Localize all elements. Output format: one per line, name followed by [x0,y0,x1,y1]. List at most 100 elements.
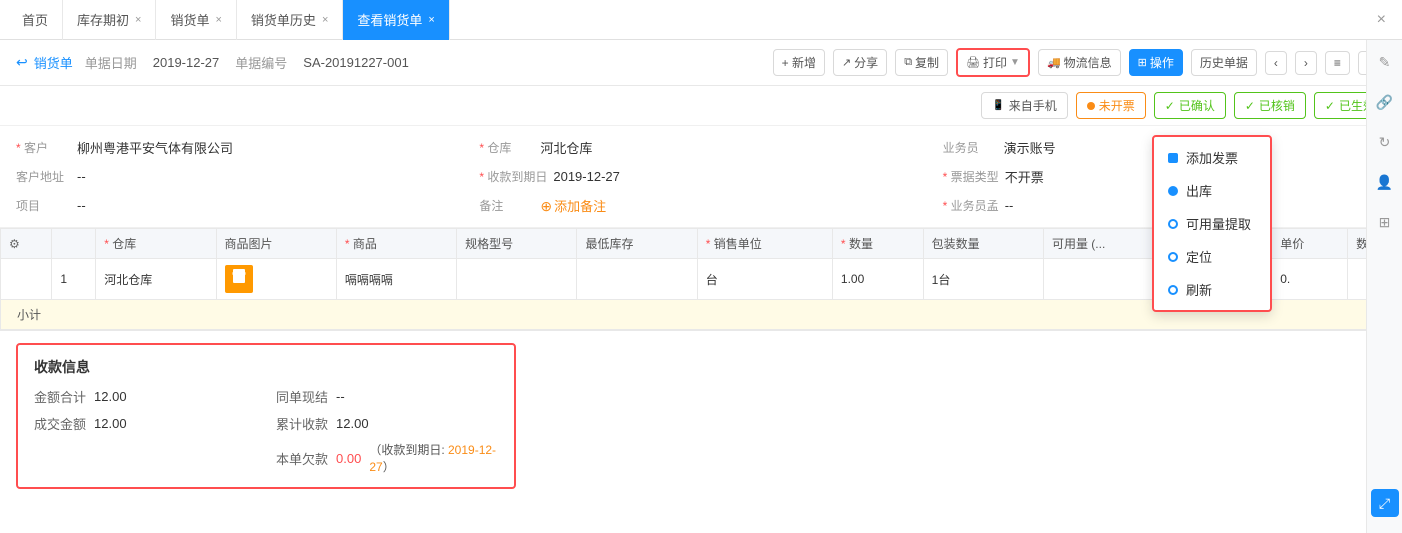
customer-value: 柳州粤港平安气体有限公司 [77,138,233,157]
add-invoice-icon [1168,153,1178,163]
available-qty-icon [1168,219,1178,229]
tab-sales-close[interactable]: × [215,14,221,26]
sidebar-expand-icon[interactable]: ⤢ [1371,489,1399,517]
add-remark-btn[interactable]: ⊕添加备注 [540,196,606,215]
not-open-btn[interactable]: 未开票 [1076,92,1146,119]
warehouse-out-icon [1168,186,1178,196]
row-product-img [216,259,336,300]
warehouse-label: 仓库 [479,139,534,156]
address-label: 客户地址 [16,168,71,185]
col-min-stock: 最低库存 [577,229,697,259]
col-warehouse: 仓库 [96,229,216,259]
same-order-value: -- [336,389,345,404]
payment-title: 收款信息 [34,357,498,377]
main-area: ↩ 销货单 单据日期 2019-12-27 单据编号 SA-20191227-0… [0,40,1402,533]
row-pack-qty: 1台 [923,259,1043,300]
col-rownum [52,229,96,259]
toolbar: + 新增 ↗ 分享 ⧉ 复制 🖨 打印 ▼ 🚚 物流信息 ⊞ 操作 [773,48,1386,77]
cumulative-row: 累计收款 12.00 [276,414,498,433]
deal-amount-label: 成交金额 [34,414,86,433]
print-button[interactable]: 🖨 打印 ▼ [956,48,1030,77]
col-product: 商品 [336,229,456,259]
row-unit-price: 0. [1272,259,1348,300]
salesperson-label: 业务员孟 [943,197,999,214]
staff-label: 业务员 [943,139,998,156]
product-img-icon [231,269,247,289]
staff-value: 演示账号 [1004,138,1056,157]
deal-amount-value: 12.00 [94,416,127,431]
refresh-icon [1168,285,1178,295]
from-phone-btn[interactable]: 📱 来自手机 [981,92,1067,119]
prev-button[interactable]: ‹ [1265,51,1287,75]
written-off-btn[interactable]: ✓ 已核销 [1234,92,1306,119]
owed-label: 本单欠款 [276,449,328,468]
warehouse-out-item[interactable]: 出库 [1154,174,1270,207]
doc-title-area: ↩ 销货单 单据日期 2019-12-27 单据编号 SA-20191227-0… [16,53,409,72]
settings-icon[interactable]: ⚙ [9,237,20,251]
next-button[interactable]: › [1295,51,1317,75]
tab-view-sales[interactable]: 查看销货单 × [343,0,449,40]
row-sales-unit: 台 [697,259,832,300]
history-button[interactable]: 历史单据 [1191,49,1257,76]
locate-icon [1168,252,1178,262]
project-field: 项目 -- [16,196,459,215]
add-invoice-item[interactable]: 添加发票 [1154,141,1270,174]
tab-view-sales-close[interactable]: × [428,14,434,26]
project-value: -- [77,198,86,213]
new-button[interactable]: + 新增 [773,49,825,76]
copy-button[interactable]: ⧉ 复制 [895,49,948,76]
due-date-label: 收款到期日 [479,168,547,185]
customer-field: 客户 柳州粤港平安气体有限公司 [16,138,459,157]
remark-label: 备注 [479,197,534,214]
sidebar-table-icon[interactable]: ⊞ [1371,208,1399,236]
list-view-button[interactable]: ≡ [1325,51,1350,75]
logistics-button[interactable]: 🚚 物流信息 [1038,49,1121,76]
customer-label: 客户 [16,139,71,156]
sidebar-link-icon[interactable]: 🔗 [1371,88,1399,116]
locate-item[interactable]: 定位 [1154,240,1270,273]
cumulative-label: 累计收款 [276,414,328,433]
owed-note: （收款到期日: 2019-12-27） [369,441,498,475]
col-unit-price: 单价 [1272,229,1348,259]
sidebar-person-icon[interactable]: 👤 [1371,168,1399,196]
total-amount-label: 金额合计 [34,387,86,406]
tab-close-all[interactable]: × [1369,11,1394,29]
deal-amount-row: 成交金额 12.00 [34,414,256,433]
total-amount-row: 金额合计 12.00 [34,387,256,406]
due-date-field: 收款到期日 2019-12-27 [479,167,922,186]
product-thumbnail [225,265,253,293]
sidebar-edit-icon[interactable]: ✎ [1371,48,1399,76]
due-date-value: 2019-12-27 [553,169,620,184]
col-sales-unit: 销售单位 [697,229,832,259]
row-settings [1,259,52,300]
confirm-btn[interactable]: ✓ 已确认 [1154,92,1226,119]
address-value: -- [77,169,86,184]
tab-inventory-close[interactable]: × [135,14,141,26]
refresh-item[interactable]: 刷新 [1154,273,1270,306]
col-spec: 规格型号 [457,229,577,259]
tab-bar: 首页 库存期初 × 销货单 × 销货单历史 × 查看销货单 × × [0,0,1402,40]
date-value: 2019-12-27 [153,55,220,70]
tab-home[interactable]: 首页 [8,0,63,40]
row-quantity: 1.00 [832,259,923,300]
tab-inventory[interactable]: 库存期初 × [63,0,156,40]
col-pack-qty: 包装数量 [923,229,1043,259]
available-qty-item[interactable]: 可用量提取 [1154,207,1270,240]
warehouse-value: 河北仓库 [540,138,592,157]
sidebar-rotate-icon[interactable]: ↻ [1371,128,1399,156]
col-product-img: 商品图片 [216,229,336,259]
tab-sales[interactable]: 销货单 × [156,0,236,40]
tab-sales-history-close[interactable]: × [322,14,328,26]
operations-button[interactable]: ⊞ 操作 [1129,49,1183,76]
doc-meta: 单据日期 2019-12-27 单据编号 SA-20191227-001 [85,53,409,72]
project-label: 项目 [16,197,71,214]
number-value: SA-20191227-001 [303,55,409,70]
same-order-row: 同单现结 -- [276,387,498,406]
tab-sales-history[interactable]: 销货单历史 × [237,0,343,40]
status-row: 📱 来自手机 未开票 ✓ 已确认 ✓ 已核销 ✓ 已生效 [0,86,1402,126]
row-min-stock [577,259,697,300]
share-button[interactable]: ↗ 分享 [833,49,887,76]
number-label: 单据编号 [235,53,287,72]
right-sidebar: ✎ 🔗 ↻ 👤 ⊞ ⤢ [1366,40,1402,533]
col-settings[interactable]: ⚙ [1,229,52,259]
